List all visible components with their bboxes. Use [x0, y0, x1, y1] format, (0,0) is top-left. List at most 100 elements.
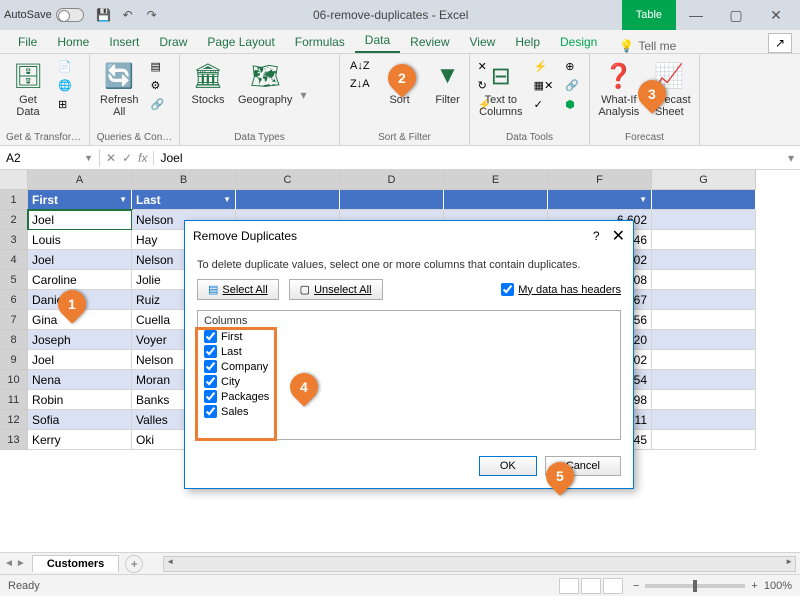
data-validation-icon[interactable]: ✓: [530, 96, 558, 113]
table-header-cell[interactable]: First▼: [28, 190, 132, 210]
horizontal-scrollbar[interactable]: [163, 556, 796, 572]
cell[interactable]: [652, 310, 756, 330]
expand-icon[interactable]: ▾: [782, 151, 800, 165]
cell[interactable]: [652, 430, 756, 450]
tab-home[interactable]: Home: [47, 31, 99, 53]
from-web-icon[interactable]: 🌐: [54, 77, 76, 94]
from-table-icon[interactable]: ⊞: [54, 96, 76, 113]
refresh-button[interactable]: 🔄 Refresh All: [96, 58, 143, 120]
links-icon[interactable]: 🔗: [147, 96, 169, 113]
tab-formulas[interactable]: Formulas: [285, 31, 355, 53]
headers-checkbox[interactable]: My data has headers: [501, 283, 621, 296]
row-header[interactable]: 7: [0, 310, 28, 330]
cell[interactable]: Joseph: [28, 330, 132, 350]
queries-icon[interactable]: ▤: [147, 58, 169, 75]
sort-az-icon[interactable]: A↓Z: [346, 58, 374, 74]
cell[interactable]: [652, 210, 756, 230]
tab-view[interactable]: View: [460, 31, 506, 53]
undo-icon[interactable]: ↶: [120, 7, 136, 23]
manage-model-icon[interactable]: ⬢: [561, 96, 583, 113]
share-button[interactable]: ↗: [768, 33, 792, 53]
tab-review[interactable]: Review: [400, 31, 459, 53]
table-header-cell[interactable]: [236, 190, 340, 210]
column-header[interactable]: G: [652, 170, 756, 190]
flash-fill-icon[interactable]: ⚡: [530, 58, 558, 75]
zoom-in-button[interactable]: +: [751, 580, 757, 592]
save-icon[interactable]: 💾: [96, 7, 112, 23]
geography-button[interactable]: 🗺 Geography: [234, 58, 296, 108]
sheet-next-icon[interactable]: ►: [16, 558, 26, 569]
page-break-view-button[interactable]: [603, 578, 623, 594]
dialog-close-button[interactable]: ✕: [612, 226, 625, 246]
cell[interactable]: Caroline: [28, 270, 132, 290]
cell[interactable]: Joel: [28, 350, 132, 370]
page-layout-view-button[interactable]: [581, 578, 601, 594]
name-box[interactable]: A2 ▼: [0, 149, 100, 167]
cell[interactable]: Nena: [28, 370, 132, 390]
enter-icon[interactable]: ✓: [122, 151, 132, 165]
text-to-columns-button[interactable]: ⊟ Text to Columns: [476, 58, 526, 120]
row-header[interactable]: 10: [0, 370, 28, 390]
maximize-button[interactable]: ▢: [716, 1, 756, 29]
cancel-icon[interactable]: ✕: [106, 151, 116, 165]
redo-icon[interactable]: ↷: [144, 7, 160, 23]
consolidate-icon[interactable]: ⊕: [561, 58, 583, 75]
table-header-cell[interactable]: [444, 190, 548, 210]
fx-icon[interactable]: fx: [138, 151, 147, 165]
cell[interactable]: [652, 230, 756, 250]
column-header[interactable]: B: [132, 170, 236, 190]
row-header[interactable]: 8: [0, 330, 28, 350]
sheet-prev-icon[interactable]: ◄: [4, 558, 14, 569]
normal-view-button[interactable]: [559, 578, 579, 594]
forecast-button[interactable]: 📈 Forecast Sheet: [646, 58, 693, 120]
get-data-button[interactable]: 🗄 Get Data: [6, 58, 50, 120]
column-header[interactable]: D: [340, 170, 444, 190]
select-all-corner[interactable]: [0, 170, 28, 190]
zoom-slider[interactable]: [645, 584, 745, 588]
tab-help[interactable]: Help: [505, 31, 550, 53]
row-header[interactable]: 1: [0, 190, 28, 210]
tab-draw[interactable]: Draw: [149, 31, 197, 53]
tab-insert[interactable]: Insert: [99, 31, 149, 53]
column-checkbox[interactable]: City: [204, 374, 614, 389]
column-header[interactable]: E: [444, 170, 548, 190]
stocks-button[interactable]: 🏛 Stocks: [186, 58, 230, 108]
cell[interactable]: Joel: [28, 250, 132, 270]
table-header-cell[interactable]: [652, 190, 756, 210]
column-checkbox[interactable]: Packages: [204, 389, 614, 404]
cell[interactable]: Sofia: [28, 410, 132, 430]
column-checkbox[interactable]: First: [204, 329, 614, 344]
row-header[interactable]: 9: [0, 350, 28, 370]
autosave-toggle[interactable]: AutoSave: [4, 8, 84, 22]
tab-data[interactable]: Data: [355, 29, 400, 53]
column-header[interactable]: A: [28, 170, 132, 190]
row-header[interactable]: 13: [0, 430, 28, 450]
column-checkbox[interactable]: Company: [204, 359, 614, 374]
row-header[interactable]: 12: [0, 410, 28, 430]
cell[interactable]: [652, 390, 756, 410]
filter-button[interactable]: ▼ Filter: [426, 58, 470, 108]
unselect-all-button[interactable]: ▢ Unselect All: [289, 279, 383, 300]
cancel-button[interactable]: Cancel: [545, 456, 621, 476]
remove-duplicates-icon[interactable]: ▦✕: [530, 77, 558, 94]
sort-button[interactable]: ⇅ Sort: [378, 58, 422, 108]
cell[interactable]: [652, 350, 756, 370]
row-header[interactable]: 4: [0, 250, 28, 270]
row-header[interactable]: 6: [0, 290, 28, 310]
column-header[interactable]: F: [548, 170, 652, 190]
cell[interactable]: Joel: [28, 210, 132, 230]
row-header[interactable]: 11: [0, 390, 28, 410]
cell[interactable]: [652, 290, 756, 310]
tab-design[interactable]: Design: [550, 31, 607, 53]
formula-input[interactable]: Joel: [154, 149, 782, 167]
cell[interactable]: [652, 330, 756, 350]
zoom-out-button[interactable]: −: [633, 580, 639, 592]
select-all-button[interactable]: ▤ Select All: [197, 279, 279, 300]
column-checkbox[interactable]: Last: [204, 344, 614, 359]
sort-za-icon[interactable]: Z↓A: [346, 76, 374, 92]
cell[interactable]: [652, 410, 756, 430]
cell[interactable]: Kerry: [28, 430, 132, 450]
cell[interactable]: Louis: [28, 230, 132, 250]
column-checkbox[interactable]: Sales: [204, 404, 614, 419]
relationships-icon[interactable]: 🔗: [561, 77, 583, 94]
